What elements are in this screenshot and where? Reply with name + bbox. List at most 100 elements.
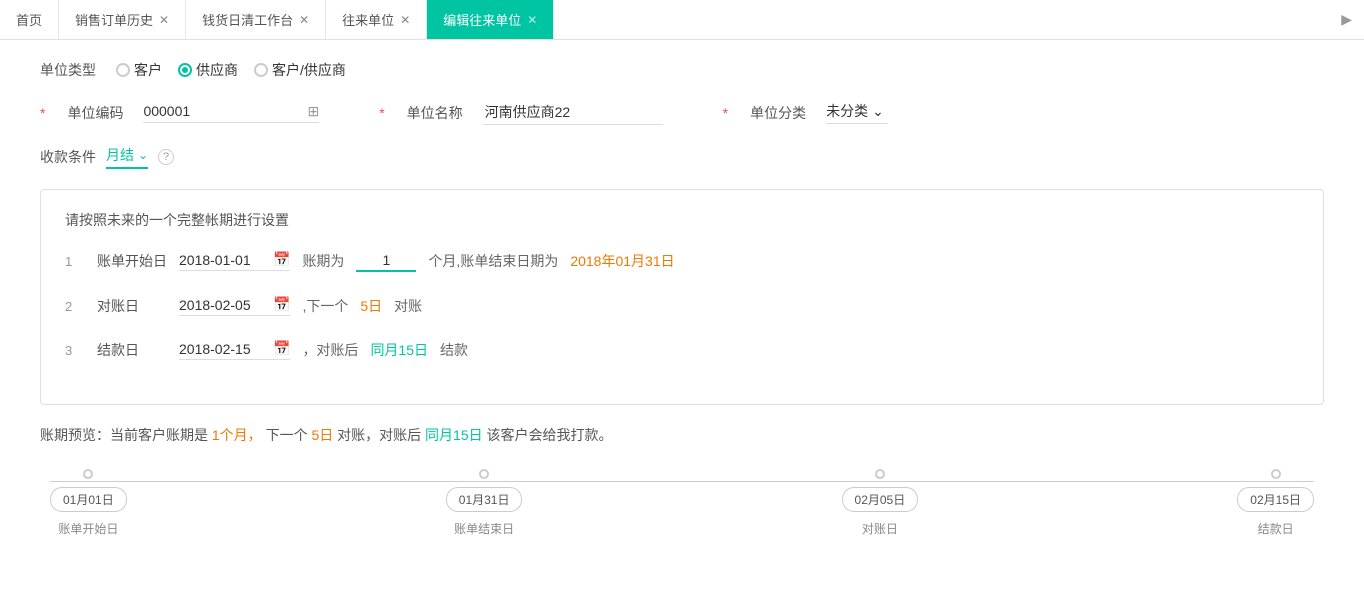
period-suffix: 个月,账单结束日期为 — [428, 251, 558, 271]
timeline-label-end: 账单结束日 — [454, 520, 514, 537]
unit-info-row: * 单位编码 ⊞ * 单位名称 * 单位分类 未分类 ⌄ — [40, 100, 1324, 125]
payment-suffix: 结款 — [440, 340, 468, 360]
start-date-calendar-icon[interactable]: 📅 — [273, 251, 290, 268]
tab-home[interactable]: 首页 — [0, 0, 59, 39]
reconcile-day: 5日 — [360, 296, 382, 316]
unit-name-input[interactable] — [483, 100, 663, 125]
preview-label: 账期预览：当前客户账期是 — [40, 427, 208, 443]
timeline-item-start: 01月01日 账单开始日 — [50, 469, 127, 537]
payment-date-calendar-icon[interactable]: 📅 — [273, 340, 290, 357]
payment-prefix: ，对账后 — [302, 340, 358, 360]
tab-sales-history[interactable]: 销售订单历史 ✕ — [59, 0, 186, 39]
tab-counterpart[interactable]: 往来单位 ✕ — [326, 0, 427, 39]
radio-supplier[interactable]: 供应商 — [178, 60, 238, 80]
help-icon[interactable]: ? — [158, 149, 174, 165]
timeline-badge-reconcile: 02月05日 — [842, 487, 919, 512]
radio-both-label: 客户/供应商 — [272, 60, 346, 80]
preview-text3: 该客户会给我打款。 — [487, 427, 613, 443]
setting-row-1: 1 账单开始日 📅 账期为 个月,账单结束日期为 2018年01月31日 — [65, 250, 1299, 272]
tab-edit-counterpart-close[interactable]: ✕ — [527, 13, 537, 27]
row-number-3: 3 — [65, 343, 85, 358]
unit-category-label: 单位分类 — [750, 103, 806, 123]
timeline-dot-end — [479, 469, 489, 479]
unit-category-select[interactable]: 未分类 ⌄ — [826, 101, 888, 124]
setting-row-3: 3 结款日 📅 ，对账后 同月15日 结款 — [65, 340, 1299, 360]
timeline-badge-payment: 02月15日 — [1237, 487, 1314, 512]
preview-text2: 对账，对账后 — [337, 427, 425, 443]
preview-highlight2: 5日 — [311, 427, 333, 443]
radio-both[interactable]: 客户/供应商 — [254, 60, 346, 80]
payment-value: 月结 — [106, 145, 134, 165]
preview-text: 账期预览：当前客户账期是 1个月， 下一个 5日 对账，对账后 同月15日 该客… — [40, 425, 1324, 445]
unit-category-star: * — [723, 105, 728, 121]
timeline-label-payment: 结款日 — [1258, 520, 1294, 537]
settings-panel: 请按照未来的一个完整帐期进行设置 1 账单开始日 📅 账期为 个月,账单结束日期… — [40, 189, 1324, 405]
unit-name-label: 单位名称 — [407, 103, 463, 123]
tab-sales-history-label: 销售订单历史 — [75, 10, 153, 29]
timeline-item-reconcile: 02月05日 对账日 — [842, 469, 919, 537]
timeline-dot-reconcile — [875, 469, 885, 479]
unit-code-star: * — [40, 105, 45, 121]
unit-category-arrow: ⌄ — [872, 103, 884, 120]
radio-both-circle — [254, 63, 268, 77]
radio-customer-label: 客户 — [134, 60, 162, 80]
payment-arrow: ⌄ — [138, 148, 148, 162]
reconcile-date-calendar-icon[interactable]: 📅 — [273, 296, 290, 313]
start-date-input[interactable] — [179, 252, 269, 268]
payment-select[interactable]: 月结 ⌄ — [106, 145, 148, 169]
unit-code-label: 单位编码 — [67, 103, 123, 123]
row-label-1: 账单开始日 — [97, 251, 167, 271]
row-number-1: 1 — [65, 254, 85, 269]
reconcile-suffix: 对账 — [394, 296, 422, 316]
preview-text1: 下一个 — [266, 427, 308, 443]
timeline-dot-payment — [1271, 469, 1281, 479]
tab-counterpart-close[interactable]: ✕ — [400, 13, 410, 27]
payment-row: 收款条件 月结 ⌄ ? — [40, 145, 1324, 169]
unit-type-row: 单位类型 客户 供应商 客户/供应商 — [40, 60, 1324, 80]
payment-date-input-wrap: 📅 — [179, 340, 290, 360]
timeline-item-payment: 02月15日 结款日 — [1237, 469, 1314, 537]
timeline-section: 01月01日 账单开始日 01月31日 账单结束日 02月05日 对账日 02月… — [40, 469, 1324, 537]
tab-edit-counterpart[interactable]: 编辑往来单位 ✕ — [427, 0, 554, 39]
tab-edit-counterpart-label: 编辑往来单位 — [443, 10, 521, 29]
unit-type-label: 单位类型 — [40, 60, 96, 80]
period-end-date: 2018年01月31日 — [570, 251, 674, 271]
unit-type-radio-group: 客户 供应商 客户/供应商 — [116, 60, 346, 80]
copy-icon[interactable]: ⊞ — [307, 103, 319, 120]
payment-day: 同月15日 — [370, 340, 428, 360]
preview-highlight1: 1个月， — [212, 427, 262, 443]
timeline-label-start: 账单开始日 — [58, 520, 118, 537]
timeline-badge-start: 01月01日 — [50, 487, 127, 512]
payment-date-input[interactable] — [179, 341, 269, 357]
tab-cash-workbench-label: 钱货日清工作台 — [202, 10, 293, 29]
unit-code-input-wrap: ⊞ — [143, 103, 319, 123]
preview-highlight3: 同月15日 — [425, 427, 483, 443]
radio-supplier-label: 供应商 — [196, 60, 238, 80]
unit-category-value: 未分类 — [826, 101, 868, 121]
tab-cash-workbench-close[interactable]: ✕ — [299, 13, 309, 27]
row-label-3: 结款日 — [97, 340, 167, 360]
tab-cash-workbench[interactable]: 钱货日清工作台 ✕ — [186, 0, 326, 39]
reconcile-date-input-wrap: 📅 — [179, 296, 290, 316]
start-date-input-wrap: 📅 — [179, 251, 290, 271]
radio-customer[interactable]: 客户 — [116, 60, 162, 80]
unit-name-star: * — [379, 105, 384, 121]
setting-row-2: 2 对账日 📅 ,下一个 5日 对账 — [65, 296, 1299, 316]
unit-code-input[interactable] — [143, 103, 303, 119]
tab-counterpart-label: 往来单位 — [342, 10, 394, 29]
main-content: 单位类型 客户 供应商 客户/供应商 * 单位编码 ⊞ * 单位名称 * — [0, 40, 1364, 608]
tab-sales-history-close[interactable]: ✕ — [159, 13, 169, 27]
reconcile-date-input[interactable] — [179, 297, 269, 313]
tab-home-label: 首页 — [16, 10, 42, 29]
period-label: 账期为 — [302, 251, 344, 271]
payment-label: 收款条件 — [40, 147, 96, 167]
timeline-badge-end: 01月31日 — [446, 487, 523, 512]
timeline-item-end: 01月31日 账单结束日 — [446, 469, 523, 537]
row-label-2: 对账日 — [97, 296, 167, 316]
tab-expand-btn[interactable]: ▶ — [1329, 0, 1364, 39]
row-number-2: 2 — [65, 299, 85, 314]
timeline-items: 01月01日 账单开始日 01月31日 账单结束日 02月05日 对账日 02月… — [50, 469, 1314, 537]
timeline-label-reconcile: 对账日 — [862, 520, 898, 537]
panel-title: 请按照未来的一个完整帐期进行设置 — [65, 210, 1299, 230]
month-input[interactable] — [356, 250, 416, 272]
